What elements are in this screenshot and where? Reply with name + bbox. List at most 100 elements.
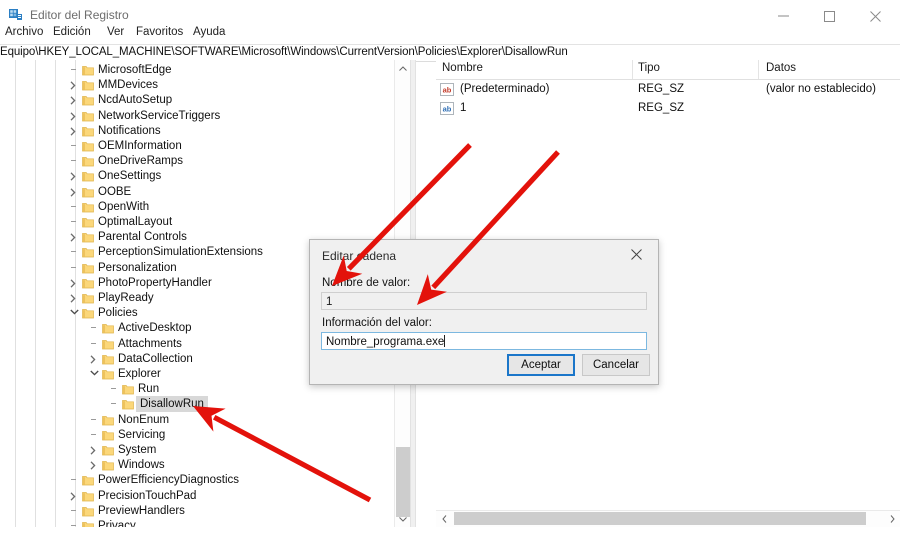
menu-ver-label: Ver (107, 26, 125, 38)
chevron-down-icon[interactable] (88, 366, 100, 382)
chevron-right-icon[interactable] (68, 92, 80, 108)
column-header-nombre[interactable]: Nombre (442, 62, 483, 74)
tree-item[interactable]: Servicing (0, 427, 394, 443)
column-header-datos[interactable]: Datos (766, 62, 796, 74)
tree-connector-line (69, 518, 78, 527)
string-value-icon: ab (440, 102, 454, 115)
tree-item[interactable]: System (0, 442, 394, 458)
tree-item-label: OpenWith (98, 200, 150, 213)
text-caret (444, 335, 446, 347)
menu-ver[interactable]: Ver (107, 26, 124, 38)
list-scrollbar-thumb[interactable] (454, 512, 866, 525)
registry-editor-icon (8, 7, 24, 23)
tree-item[interactable]: PowerEfficiencyDiagnostics (0, 472, 394, 488)
tree-item-label: OneDriveRamps (98, 155, 183, 168)
tree-item[interactable]: PreviewHandlers (0, 503, 394, 519)
menu-ayuda[interactable]: Ayuda (193, 26, 225, 38)
tree-item[interactable]: OpenWith (0, 199, 394, 215)
tree-item[interactable]: MMDevices (0, 77, 394, 93)
value-data-cell: (valor no establecido) (766, 83, 876, 95)
accept-button[interactable]: Aceptar (507, 354, 575, 376)
folder-icon (82, 64, 94, 76)
tree-item-label: Parental Controls (98, 231, 187, 244)
menu-edicion-label: Edición (53, 26, 91, 38)
list-header: Nombre Tipo Datos (436, 60, 900, 80)
folder-icon (82, 79, 94, 91)
tree-connector-line (69, 138, 78, 154)
tree-item[interactable]: Notifications (0, 123, 394, 139)
chevron-right-icon[interactable] (68, 77, 80, 93)
tree-item[interactable]: OptimalLayout (0, 214, 394, 230)
tree-item-label: OEMInformation (98, 140, 182, 152)
tree-item-label: PreviewHandlers (98, 504, 185, 517)
value-data-label: Información del valor: (322, 317, 432, 329)
list-horizontal-scrollbar[interactable] (436, 510, 900, 527)
tree-item-label: OOBE (98, 185, 132, 198)
tree-item-label: Explorer (118, 368, 161, 380)
tree-connector-line (69, 199, 78, 215)
column-divider[interactable] (632, 60, 633, 79)
chevron-right-icon[interactable] (68, 290, 80, 306)
tree-item-label: Servicing (118, 428, 166, 441)
chevron-right-icon[interactable] (68, 184, 80, 200)
tree-item[interactable]: Privacy (0, 518, 394, 527)
scroll-left-icon[interactable] (436, 511, 452, 527)
chevron-right-icon[interactable] (88, 351, 100, 367)
tree-item[interactable]: NcdAutoSetup (0, 92, 394, 108)
tree-item[interactable]: Windows (0, 457, 394, 473)
chevron-right-icon[interactable] (68, 275, 80, 291)
value-type-cell: REG_SZ (638, 83, 685, 95)
tree-item-label: NetworkServiceTriggers (98, 109, 221, 122)
tree-item[interactable]: NetworkServiceTriggers (0, 108, 394, 124)
tree-item-label: OptimalLayout (98, 216, 173, 228)
cancel-button[interactable]: Cancelar (582, 354, 650, 376)
folder-icon (82, 201, 94, 213)
scroll-down-icon[interactable] (395, 510, 410, 527)
menu-edicion[interactable]: Edición (53, 26, 91, 38)
folder-icon (82, 490, 94, 501)
folder-icon (82, 110, 94, 121)
tree-item[interactable]: OOBE (0, 184, 394, 200)
tree-connector-line (69, 244, 78, 260)
tree-item-label: Privacy (98, 520, 136, 527)
tree-item-label: NonEnum (118, 413, 170, 426)
tree-scrollbar-thumb[interactable] (396, 447, 410, 517)
tree-item[interactable]: OEMInformation (0, 138, 394, 154)
folder-icon (82, 292, 94, 304)
chevron-right-icon[interactable] (88, 457, 100, 473)
menu-ayuda-label: Ayuda (193, 26, 226, 38)
folder-icon (82, 216, 94, 228)
chevron-right-icon[interactable] (68, 108, 80, 124)
folder-icon (102, 353, 114, 365)
menu-favoritos[interactable]: Favoritos (136, 26, 183, 38)
chevron-right-icon[interactable] (68, 168, 80, 184)
chevron-right-icon[interactable] (68, 229, 80, 245)
chevron-right-icon[interactable] (68, 123, 80, 139)
tree-item[interactable]: PrecisionTouchPad (0, 488, 394, 504)
tree-item[interactable]: OneSettings (0, 168, 394, 184)
tree-item[interactable]: OneDriveRamps (0, 153, 394, 169)
tree-item[interactable]: MicrosoftEdge (0, 62, 394, 78)
value-data-input[interactable]: Nombre_programa.exe (321, 332, 647, 350)
tree-item-selected[interactable]: DisallowRun (0, 396, 394, 413)
value-data-text: Nombre_programa.exe (326, 336, 445, 348)
value-name-input[interactable]: 1 (321, 292, 647, 310)
menu-archivo[interactable]: Archivo (5, 26, 43, 38)
chevron-right-icon[interactable] (68, 488, 80, 504)
column-header-tipo[interactable]: Tipo (638, 62, 660, 74)
scroll-right-icon[interactable] (884, 511, 900, 527)
tree-connector-line (69, 214, 78, 230)
dialog-close-button[interactable] (616, 240, 658, 268)
chevron-right-icon[interactable] (88, 442, 100, 458)
scroll-up-icon[interactable] (395, 60, 410, 77)
value-list-row[interactable]: ab 1 REG_SZ (436, 99, 900, 118)
tree-connector-line (69, 62, 78, 78)
value-list-row[interactable]: ab (Predeterminado) REG_SZ (valor no establ… (436, 80, 900, 99)
folder-icon (82, 505, 94, 517)
chevron-down-icon[interactable] (68, 305, 80, 321)
tree-item-label: ActiveDesktop (118, 322, 192, 335)
folder-icon (102, 414, 114, 425)
column-divider[interactable] (758, 60, 759, 79)
folder-icon (102, 368, 114, 380)
tree-item[interactable]: NonEnum (0, 412, 394, 428)
